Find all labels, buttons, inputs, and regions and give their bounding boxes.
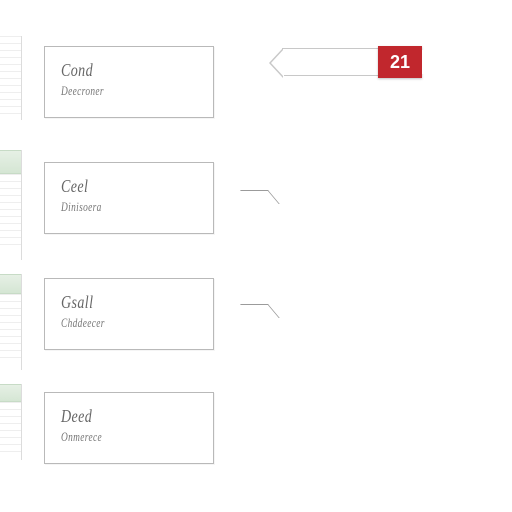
edge-bleed-2 — [0, 150, 22, 260]
step-card-subtitle: Chddeecer — [61, 315, 159, 331]
step-card-subtitle: Deecroner — [61, 83, 159, 99]
connector-tick — [240, 190, 280, 204]
step-card-subtitle: Onmerece — [61, 429, 159, 445]
count-tag: 21 — [282, 44, 452, 80]
step-card-title: Gsall — [61, 293, 167, 313]
step-card-1: Cond Deecroner — [44, 46, 214, 118]
step-card-4: Deed Onmerece — [44, 392, 214, 464]
edge-bleed-1 — [0, 36, 22, 120]
step-card-title: Cond — [61, 61, 167, 81]
tag-ribbon-mask — [422, 50, 462, 74]
edge-bleed-3 — [0, 274, 22, 370]
step-card-subtitle: Dinisoera — [61, 199, 159, 215]
diagram-canvas: Cond Deecroner Ceel Dinisoera Gsall Chdd… — [0, 0, 512, 512]
count-badge: 21 — [378, 46, 422, 78]
connector-tick — [240, 304, 280, 318]
step-card-title: Deed — [61, 407, 167, 427]
step-card-title: Ceel — [61, 177, 167, 197]
edge-bleed-4 — [0, 384, 22, 460]
step-card-2: Ceel Dinisoera — [44, 162, 214, 234]
step-card-3: Gsall Chddeecer — [44, 278, 214, 350]
